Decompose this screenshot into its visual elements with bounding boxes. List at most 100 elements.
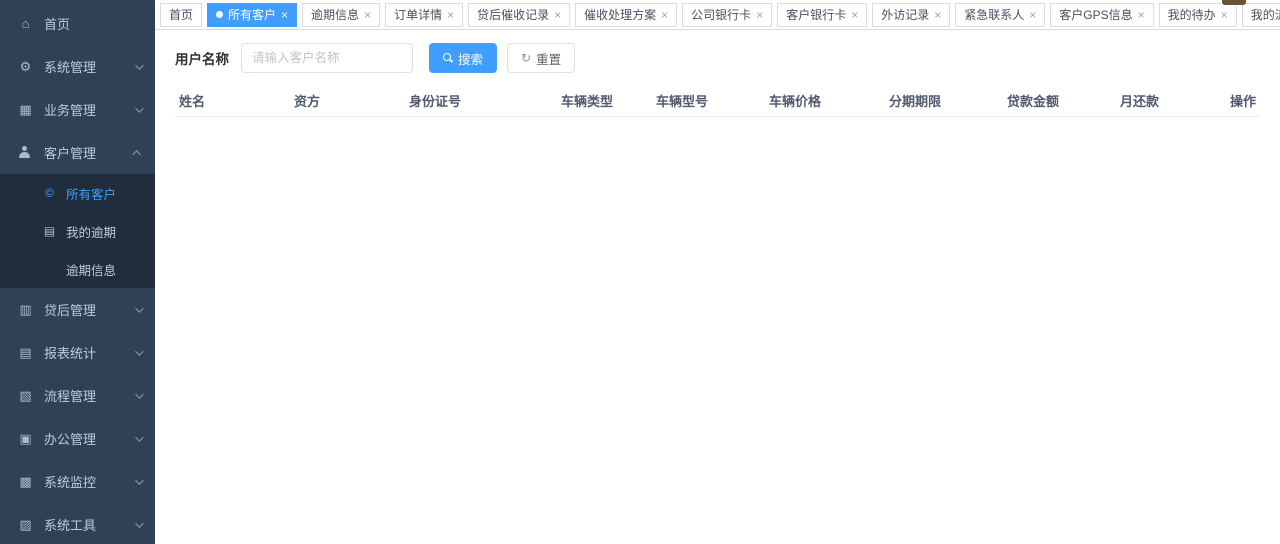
close-icon[interactable]: × — [661, 9, 668, 21]
grid-icon: ▦ — [18, 102, 33, 118]
column-header: 贷款金额 — [1003, 86, 1116, 116]
tab-1[interactable]: 所有客户 × — [207, 3, 297, 27]
column-header: 身份证号 — [405, 86, 557, 116]
tab-10[interactable]: 客户GPS信息 × — [1050, 3, 1153, 27]
sidebar-item-label: 系统管理 — [44, 57, 129, 76]
flow-icon: ▧ — [18, 388, 33, 404]
tab-4[interactable]: 贷后催收记录 × — [468, 3, 570, 27]
close-icon[interactable]: × — [934, 9, 941, 21]
tab-2[interactable]: 逾期信息 × — [302, 3, 380, 27]
sidebar-item-9[interactable]: ▨ 系统工具 — [0, 503, 155, 544]
close-icon[interactable]: × — [1029, 9, 1036, 21]
sidebar-subitem-2[interactable]: 逾期信息 — [0, 250, 155, 288]
avatar-fragment — [1222, 0, 1246, 5]
close-icon[interactable]: × — [447, 9, 454, 21]
tab-9[interactable]: 紧急联系人 × — [955, 3, 1045, 27]
close-icon[interactable]: × — [756, 9, 763, 21]
tab-0[interactable]: 首页 — [160, 3, 202, 27]
tab-11[interactable]: 我的待办 × — [1159, 3, 1237, 27]
tab-label: 我的待办 — [1168, 6, 1216, 23]
column-header: 月还款 — [1116, 86, 1208, 116]
column-header: 操作 — [1208, 86, 1260, 116]
user-icon — [18, 146, 33, 159]
chevron-down-icon — [135, 433, 143, 441]
close-icon[interactable]: × — [554, 9, 561, 21]
customer-table-container: 姓名资方身份证号车辆类型车辆型号车辆价格分期期限贷款金额月还款操作 — [155, 86, 1280, 544]
close-icon[interactable]: × — [364, 9, 371, 21]
table-header-row: 姓名资方身份证号车辆类型车辆型号车辆价格分期期限贷款金额月还款操作 — [175, 86, 1260, 116]
sidebar-submenu: © 所有客户 ▤ 我的逾期逾期信息 — [0, 174, 155, 288]
sidebar-subitem-label: 我的逾期 — [66, 222, 141, 241]
tab-label: 客户银行卡 — [786, 6, 846, 23]
sidebar-item-7[interactable]: ▣办公管理 — [0, 417, 155, 460]
sidebar-item-4[interactable]: ▥贷后管理 — [0, 288, 155, 331]
tab-label: 贷后催收记录 — [477, 6, 549, 23]
tab-7[interactable]: 客户银行卡 × — [777, 3, 867, 27]
tab-label: 紧急联系人 — [964, 6, 1024, 23]
sidebar-item-label: 流程管理 — [44, 386, 129, 405]
tab-5[interactable]: 催收处理方案× — [575, 3, 677, 27]
tab-label: 所有客户 — [228, 6, 276, 23]
sidebar-item-label: 系统监控 — [44, 472, 129, 491]
chevron-down-icon — [135, 519, 143, 527]
tab-label: 逾期信息 — [311, 6, 359, 23]
sidebar-item-label: 业务管理 — [44, 100, 129, 119]
chart-icon: ▤ — [18, 345, 33, 361]
column-header: 车辆类型 — [557, 86, 652, 116]
column-header: 资方 — [290, 86, 405, 116]
customer-name-input[interactable] — [241, 43, 413, 73]
sidebar-item-2[interactable]: ▦ 业务管理 — [0, 88, 155, 131]
sidebar-item-8[interactable]: ▩系统监控 — [0, 460, 155, 503]
copyright-icon: © — [42, 186, 57, 200]
sidebar: ⌂ 首页 ⚙ 系统管理 ▦ 业务管理客户管理 © 所有客户 ▤ 我的逾期逾期信息 ▥贷后管理 ▤ 报表统… — [0, 0, 155, 544]
close-icon[interactable]: × — [1138, 9, 1145, 21]
sidebar-item-label: 系统工具 — [44, 515, 129, 534]
tab-label: 外访记录 — [881, 6, 929, 23]
tab-label: 订单详情 — [394, 6, 442, 23]
main-area: 首页所有客户×逾期信息×订单详情×贷后催收记录×催收处理方案×公司银行卡×客户银… — [155, 0, 1280, 544]
active-dot-icon — [216, 11, 223, 18]
close-icon[interactable]: × — [851, 9, 858, 21]
search-button-label: 搜索 — [458, 49, 483, 68]
office-icon: ▣ — [18, 431, 33, 447]
tags-view-bar: 首页所有客户×逾期信息×订单详情×贷后催收记录×催收处理方案×公司银行卡×客户银… — [155, 0, 1280, 30]
home-icon: ⌂ — [18, 16, 33, 31]
tool-icon: ▨ — [18, 517, 33, 533]
sidebar-item-1[interactable]: ⚙ 系统管理 — [0, 45, 155, 88]
search-field-label: 用户名称 — [175, 48, 229, 68]
tab-8[interactable]: 外访记录 × — [872, 3, 950, 27]
tab-3[interactable]: 订单详情 × — [385, 3, 463, 27]
chevron-down-icon — [135, 347, 143, 355]
chevron-down-icon — [135, 61, 143, 69]
gear-icon: ⚙ — [18, 59, 33, 75]
tab-label: 我的流程 — [1251, 6, 1280, 23]
sidebar-subitem-0[interactable]: © 所有客户 — [0, 174, 155, 212]
sidebar-subitem-label: 逾期信息 — [66, 260, 141, 279]
reset-button-label: 重置 — [536, 49, 561, 68]
column-header: 车辆型号 — [652, 86, 765, 116]
sidebar-subitem-label: 所有客户 — [66, 184, 141, 203]
sidebar-item-3[interactable]: 客户管理 — [0, 131, 155, 174]
card-icon: ▤ — [42, 224, 57, 238]
reset-button[interactable]: ↻ 重置 — [507, 43, 575, 73]
tab-label: 公司银行卡 — [691, 6, 751, 23]
chevron-down-icon — [135, 390, 143, 398]
sidebar-item-label: 客户管理 — [44, 143, 129, 162]
sidebar-subitem-1[interactable]: ▤ 我的逾期 — [0, 212, 155, 250]
search-form: 用户名称 搜索 ↻ 重置 — [155, 30, 1280, 86]
tab-6[interactable]: 公司银行卡 × — [682, 3, 772, 27]
column-header: 姓名 — [175, 86, 290, 116]
sidebar-item-label: 首页 — [44, 14, 141, 33]
sidebar-item-6[interactable]: ▧ 流程管理 — [0, 374, 155, 417]
sidebar-item-5[interactable]: ▤ 报表统计 — [0, 331, 155, 374]
search-button[interactable]: 搜索 — [429, 43, 497, 73]
sidebar-item-0[interactable]: ⌂ 首页 — [0, 2, 155, 45]
chevron-down-icon — [135, 304, 143, 312]
tab-label: 客户GPS信息 — [1059, 6, 1132, 23]
chevron-down-icon — [135, 476, 143, 484]
close-icon[interactable]: × — [281, 9, 288, 21]
close-icon[interactable]: × — [1221, 9, 1228, 21]
sidebar-item-label: 报表统计 — [44, 343, 129, 362]
column-header: 分期期限 — [885, 86, 1003, 116]
tab-12[interactable]: 我的流程× — [1242, 3, 1280, 27]
